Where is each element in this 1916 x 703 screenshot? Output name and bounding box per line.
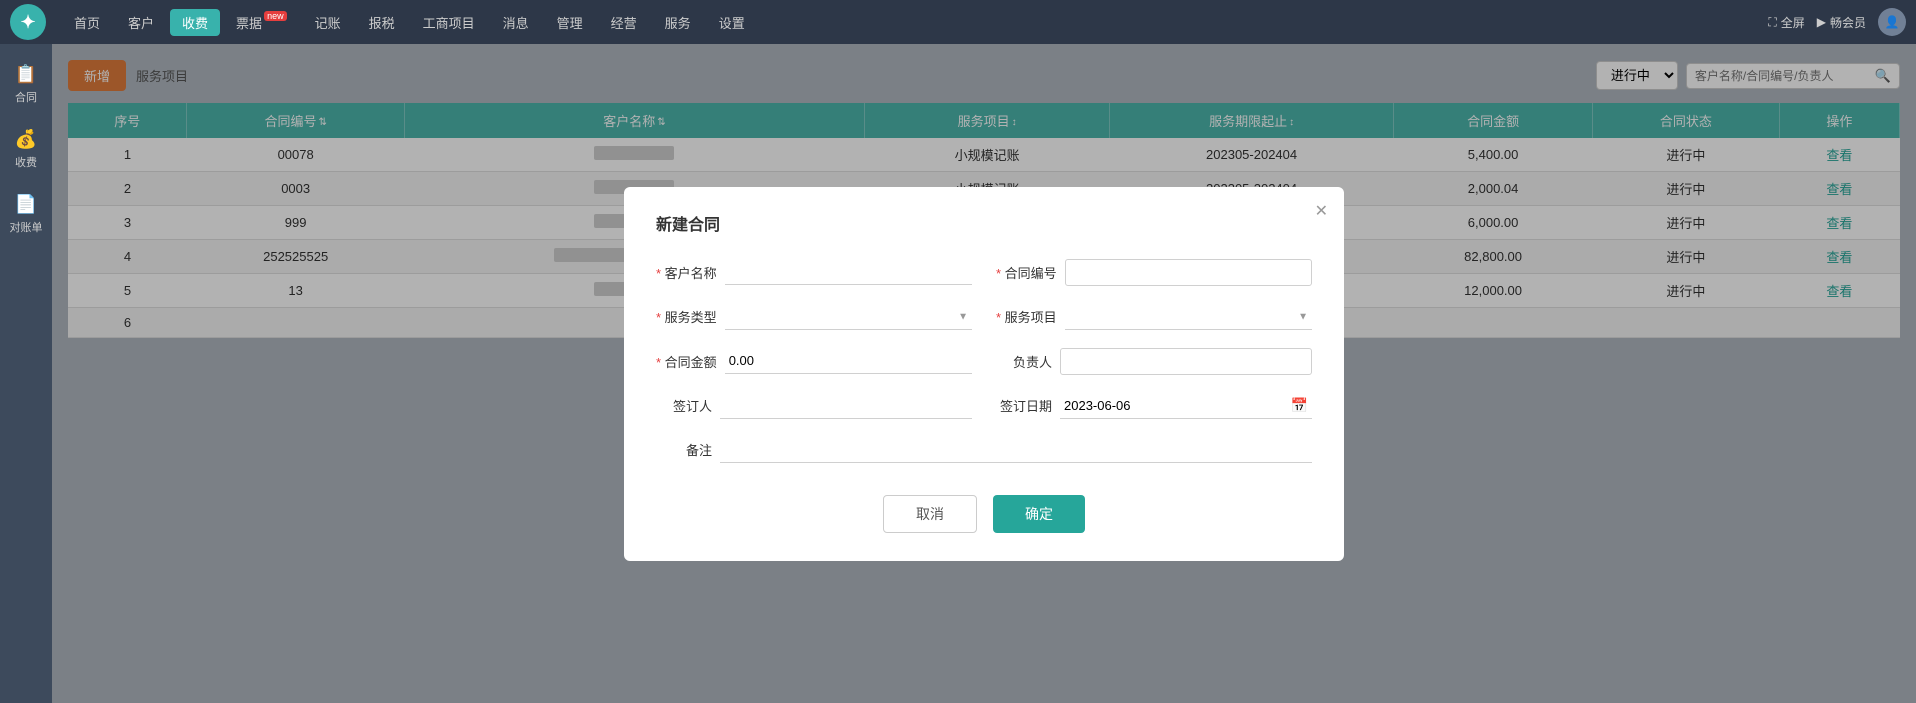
app-logo: ✦	[10, 4, 46, 40]
contract-no-input[interactable]	[1065, 259, 1312, 286]
contract-icon: 📋	[15, 64, 37, 85]
service-type-label: 服务类型	[656, 307, 717, 326]
remark-label: 备注	[656, 440, 712, 459]
fullscreen-icon: ⛶	[1768, 15, 1776, 30]
responsible-input[interactable]	[1060, 348, 1312, 375]
nav-item-message[interactable]: 消息	[491, 9, 541, 36]
nav-item-invoice[interactable]: 票据new	[224, 9, 299, 36]
close-button[interactable]: ✕	[1315, 201, 1328, 221]
nav-right-actions: ⛶ 全屏 ▶ 畅会员 👤	[1768, 8, 1906, 36]
charge-icon: 💰	[15, 129, 37, 150]
contract-no-field-row: 合同编号	[996, 259, 1312, 286]
service-item-label: 服务项目	[996, 307, 1057, 326]
contract-amount-input[interactable]	[725, 348, 972, 374]
service-item-field-row: 服务项目 ▼	[996, 304, 1312, 330]
remark-input[interactable]	[720, 437, 1312, 463]
sidebar: 📋 合同 💰 收费 📄 对账单	[0, 44, 52, 703]
nav-menu: 首页 客户 收费 票据new 记账 报税 工商项目 消息 管理 经营 服务 设置	[62, 9, 1768, 36]
nav-item-bookkeeping[interactable]: 记账	[303, 9, 353, 36]
top-navigation: ✦ 首页 客户 收费 票据new 记账 报税 工商项目 消息 管理 经营 服务 …	[0, 0, 1916, 44]
sidebar-label-reconcile: 对账单	[10, 219, 43, 235]
modal-overlay: ✕ 新建合同 客户名称 合同编号 服务类型	[52, 44, 1916, 703]
nav-item-service[interactable]: 服务	[653, 9, 703, 36]
sign-date-field-row: 签订日期 📅	[996, 393, 1312, 419]
signer-field-row: 签订人	[656, 393, 972, 419]
new-contract-modal: ✕ 新建合同 客户名称 合同编号 服务类型	[624, 187, 1344, 561]
cancel-button[interactable]: 取消	[883, 495, 977, 533]
member-icon: ▶	[1817, 15, 1826, 29]
remark-field-row: 备注	[656, 437, 1312, 463]
nav-item-settings[interactable]: 设置	[707, 9, 757, 36]
service-type-select-wrap: ▼	[725, 304, 972, 330]
calendar-icon[interactable]: 📅	[1291, 397, 1312, 414]
nav-item-customer[interactable]: 客户	[116, 9, 166, 36]
member-label: 畅会员	[1830, 14, 1866, 31]
confirm-button[interactable]: 确定	[993, 495, 1085, 533]
sidebar-label-contract: 合同	[15, 89, 37, 105]
responsible-field-row: 负责人	[996, 348, 1312, 375]
fullscreen-button[interactable]: ⛶ 全屏	[1768, 14, 1804, 31]
sidebar-item-charge[interactable]: 💰 收费	[0, 119, 52, 180]
sidebar-item-contract[interactable]: 📋 合同	[0, 54, 52, 115]
fullscreen-label: 全屏	[1781, 14, 1805, 31]
service-type-select[interactable]	[725, 304, 972, 330]
nav-item-business[interactable]: 工商项目	[411, 9, 487, 36]
sidebar-item-reconcile[interactable]: 📄 对账单	[0, 184, 52, 245]
reconcile-icon: 📄	[15, 194, 37, 215]
sign-date-label: 签订日期	[996, 396, 1052, 415]
contract-amount-field-row: 合同金额	[656, 348, 972, 375]
nav-item-operation[interactable]: 经营	[599, 9, 649, 36]
nav-item-home[interactable]: 首页	[62, 9, 112, 36]
signer-label: 签订人	[656, 396, 712, 415]
modal-actions: 取消 确定	[656, 495, 1312, 533]
nav-item-manage[interactable]: 管理	[545, 9, 595, 36]
modal-title: 新建合同	[656, 211, 1312, 235]
nav-item-charge[interactable]: 收费	[170, 9, 220, 36]
customer-name-label: 客户名称	[656, 263, 717, 282]
sign-date-wrap: 📅	[1060, 393, 1312, 419]
sign-date-input[interactable]	[1060, 393, 1291, 418]
contract-amount-label: 合同金额	[656, 352, 717, 371]
service-item-select[interactable]	[1065, 304, 1312, 330]
service-item-select-wrap: ▼	[1065, 304, 1312, 330]
form-grid: 客户名称 合同编号 服务类型 ▼	[656, 259, 1312, 463]
signer-input[interactable]	[720, 393, 972, 419]
content-area: 新增 服务项目 进行中 已完成 已终止 🔍 序号 合同	[52, 44, 1916, 703]
contract-no-label: 合同编号	[996, 263, 1057, 282]
responsible-label: 负责人	[996, 352, 1052, 371]
service-type-field-row: 服务类型 ▼	[656, 304, 972, 330]
new-badge: new	[264, 11, 287, 21]
sidebar-label-charge: 收费	[15, 154, 37, 170]
avatar[interactable]: 👤	[1878, 8, 1906, 36]
customer-name-input[interactable]	[725, 259, 972, 285]
customer-name-field-row: 客户名称	[656, 259, 972, 286]
main-layout: 📋 合同 💰 收费 📄 对账单 新增 服务项目 进行中 已完成 已终止	[0, 44, 1916, 703]
nav-item-tax[interactable]: 报税	[357, 9, 407, 36]
member-button[interactable]: ▶ 畅会员	[1817, 14, 1866, 31]
